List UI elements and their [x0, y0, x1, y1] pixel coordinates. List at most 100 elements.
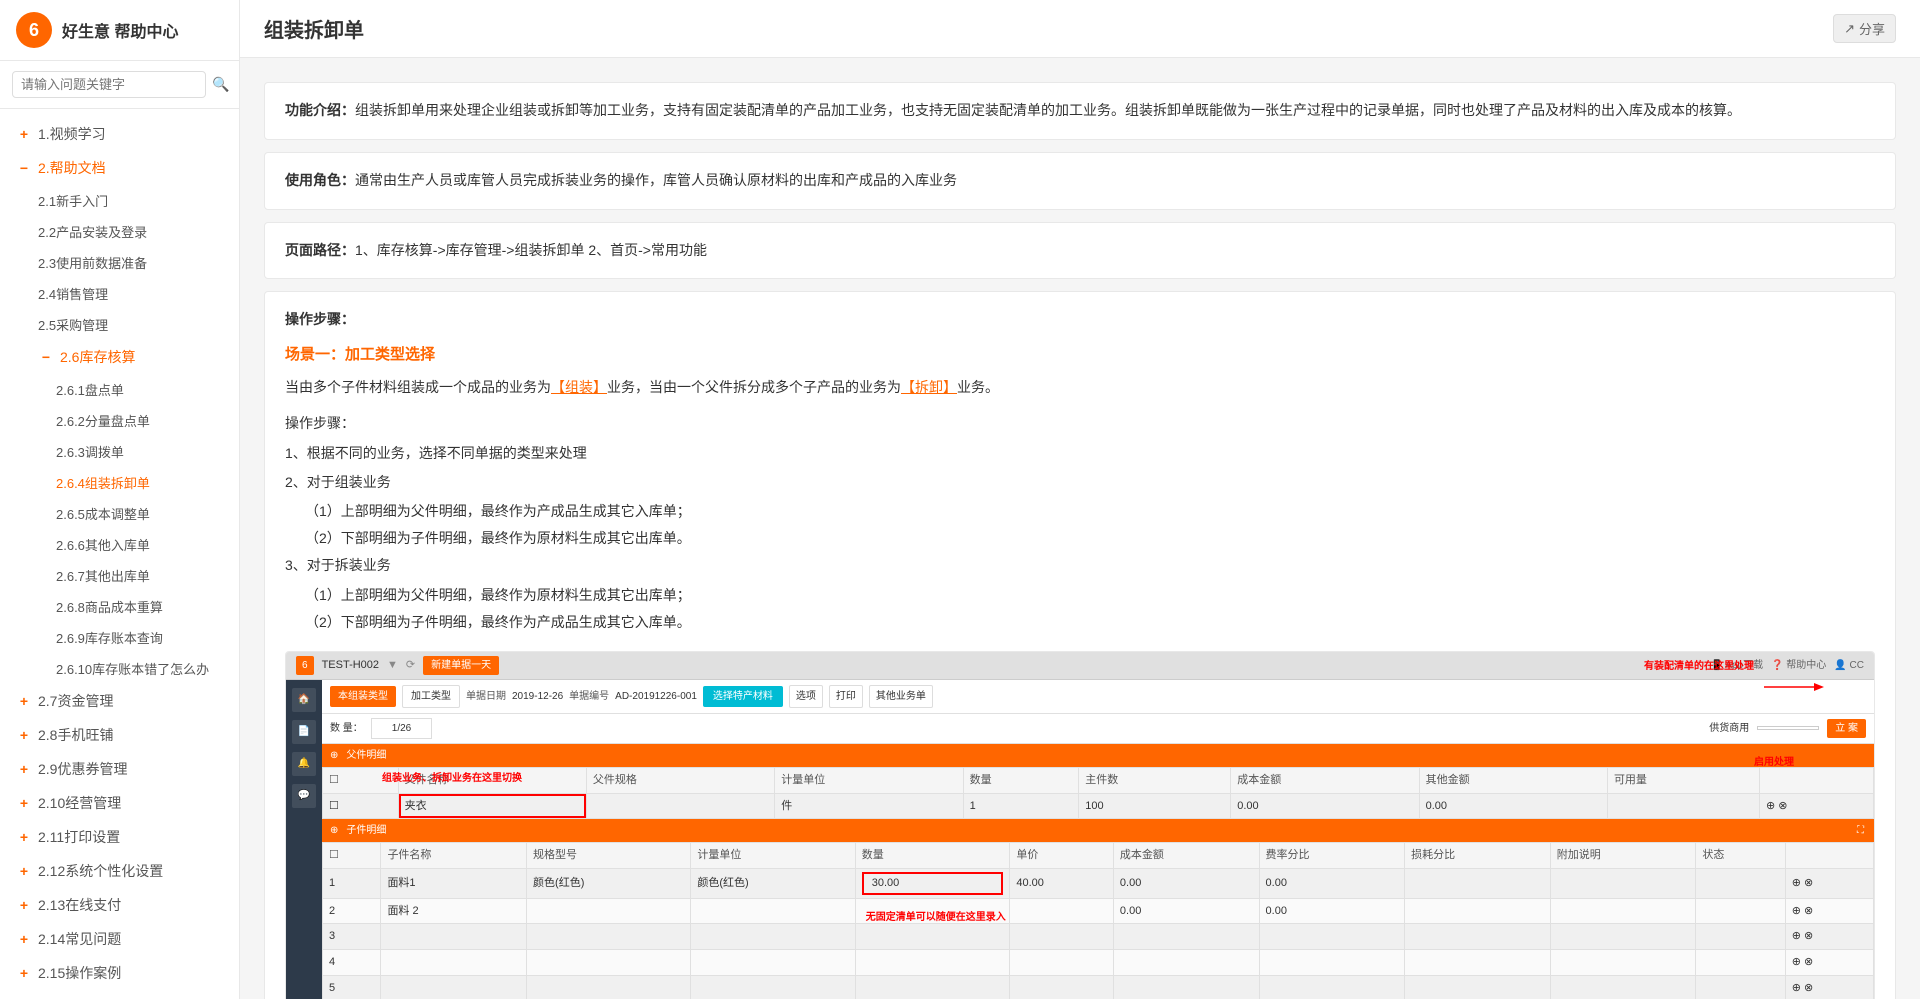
sub-item-label: 2.1新手入门 [38, 191, 108, 210]
sidebar-item-faq[interactable]: + 2.14常见问题 [0, 922, 239, 956]
sidebar-item-video[interactable]: + 1.视频学习 [0, 117, 239, 151]
sidebar-item-data[interactable]: 2.3使用前数据准备 [0, 247, 239, 278]
bcol-check: ☐ [323, 843, 381, 869]
sidebar-item-coupon[interactable]: + 2.9优惠券管理 [0, 752, 239, 786]
sidebar-item-cases[interactable]: + 2.15操作案例 [0, 956, 239, 990]
section-header: ⊕ 父件明细 [322, 744, 1874, 767]
annotation-switch: 组装业务、拆卸业务在这里切换 [382, 770, 522, 787]
sidebar-item-label: 2.12系统个性化设置 [38, 861, 163, 881]
step-header: 操作步骤： [285, 411, 1875, 436]
sub-item-label: 2.2产品安装及登录 [38, 222, 147, 241]
doc-value: AD-20191226-001 [615, 688, 697, 705]
more-options: 选项 [789, 685, 823, 708]
sub-item-label: 2.6.4组装拆卸单 [56, 473, 150, 492]
sidebar-item-docs[interactable]: − 2.帮助文档 [0, 151, 239, 185]
red-arrow-right [1764, 678, 1824, 702]
form-toolbar: 本组装类型 加工类型 单据日期 2019-12-26 单据编号 AD-20191… [322, 680, 1874, 714]
sidebar-header: 6 好生意 帮助中心 [0, 0, 239, 61]
sidebar-item-stock4[interactable]: 2.6.4组装拆卸单 [0, 467, 239, 498]
sidebar-item-stock10[interactable]: 2.6.10库存账本错了怎么办 [0, 653, 239, 684]
sidebar-item-stock7[interactable]: 2.6.7其他出库单 [0, 560, 239, 591]
plus-icon: + [16, 761, 32, 777]
sidebar-item-label: 2.13在线支付 [38, 895, 121, 915]
supplier-field [1757, 726, 1819, 730]
sidebar-item-stock2[interactable]: 2.6.2分量盘点单 [0, 405, 239, 436]
col-action [1759, 767, 1873, 793]
form-area: 本组装类型 加工类型 单据日期 2019-12-26 单据编号 AD-20191… [322, 680, 1874, 999]
bcol-price: 单价 [1010, 843, 1114, 869]
top-table-wrap: ☐ 父件名称 父件规格 计量单位 数量 主件数 成本金额 其他金额 [322, 767, 1874, 819]
full-screen-icon: ⛶ [1857, 822, 1864, 839]
plus-icon: + [16, 126, 32, 142]
search-input[interactable] [12, 71, 206, 98]
col-avail: 可用量 [1607, 767, 1759, 793]
page-title: 组装拆卸单 [264, 14, 364, 43]
sidebar-item-print[interactable]: + 2.11打印设置 [0, 820, 239, 854]
annotation-action: 启用处理 [1754, 754, 1794, 771]
date-value: 2019-12-26 [512, 688, 563, 705]
expand-icon: ⊕ [330, 747, 338, 764]
col-other: 其他金额 [1419, 767, 1607, 793]
sidebar-item-stock1[interactable]: 2.6.1盘点单 [0, 374, 239, 405]
row-avail [1607, 793, 1759, 819]
sub-item-label: 2.6.10库存账本错了怎么办 [56, 659, 209, 678]
disassembly-link[interactable]: 【拆卸】 [901, 379, 957, 395]
step-2-2: （2）下部明细为子件明细，最终作为原材料生成其它出库单。 [285, 526, 1875, 551]
sidebar-item-purchase[interactable]: 2.5采购管理 [0, 309, 239, 340]
scenario-desc: 当由多个子件材料组装成一个成品的业务为【组装】业务，当由一个父件拆分成多个子产品… [285, 376, 1875, 400]
sidebar-item-label: 2.7资金管理 [38, 691, 113, 711]
sidebar-item-label: 2.11打印设置 [38, 827, 120, 847]
sidebar-item-install[interactable]: 2.2产品安装及登录 [0, 216, 239, 247]
sidebar-item-label: 2.6库存核算 [60, 347, 135, 367]
nav-home-icon: 🏠 [292, 688, 316, 712]
sidebar-item-new[interactable]: 2.1新手入门 [0, 185, 239, 216]
row-main-qty: 100 [1079, 793, 1231, 819]
sidebar-item-stock[interactable]: − 2.6库存核算 [0, 340, 239, 374]
doc-type-btn: 本组装类型 [330, 686, 396, 707]
nav-doc-icon: 📄 [292, 720, 316, 744]
minus-icon: − [38, 349, 54, 365]
plus-icon: + [16, 931, 32, 947]
sidebar-item-payment[interactable]: + 2.13在线支付 [0, 888, 239, 922]
add-doc-btn: 加工类型 [402, 685, 460, 708]
intro-card: 功能介绍：组装拆卸单用来处理企业组装或拆卸等加工业务，支持有固定装配清单的产品加… [264, 82, 1896, 140]
sidebar-item-system[interactable]: + 2.12系统个性化设置 [0, 854, 239, 888]
help-center: ❓ 帮助中心 [1771, 657, 1826, 674]
sidebar-item-stock8[interactable]: 2.6.8商品成本重算 [0, 591, 239, 622]
plus-icon: + [16, 727, 32, 743]
sub-item-label: 2.6.3调拨单 [56, 442, 124, 461]
assembly-link[interactable]: 【组装】 [551, 379, 607, 395]
bcol-name: 子件名称 [381, 843, 527, 869]
sidebar-item-mobile[interactable]: + 2.8手机旺铺 [0, 718, 239, 752]
search-icon[interactable]: 🔍 [212, 76, 229, 93]
plus-icon: + [16, 829, 32, 845]
red-highlight-box [399, 794, 586, 819]
operation-steps: 操作步骤： 1、根据不同的业务，选择不同单据的类型来处理 2、对于组装业务 （1… [285, 411, 1875, 635]
expand-icon2: ⊕ [330, 822, 338, 839]
plus-icon: + [16, 863, 32, 879]
bcol-cost: 成本金额 [1113, 843, 1259, 869]
sidebar-item-label: 2.10经营管理 [38, 793, 121, 813]
sidebar-item-stock3[interactable]: 2.6.3调拨单 [0, 436, 239, 467]
qty-value: 1/26 [371, 718, 432, 739]
sidebar-item-stock9[interactable]: 2.6.9库存账本查询 [0, 622, 239, 653]
window-refresh-icon: ⟳ [406, 656, 415, 675]
sidebar-item-stock5[interactable]: 2.6.5成本调整单 [0, 498, 239, 529]
share-button[interactable]: ↗ 分享 [1833, 14, 1896, 43]
supplier-label: 供货商用 [1709, 720, 1749, 737]
sidebar-item-label: 1.视频学习 [38, 124, 106, 144]
sub-item-label: 2.3使用前数据准备 [38, 253, 147, 272]
sidebar-item-finance[interactable]: + 2.7资金管理 [0, 684, 239, 718]
b-row-unit: 颜色(红色) [691, 869, 855, 899]
sidebar-item-ops[interactable]: + 2.10经营管理 [0, 786, 239, 820]
main-content: 功能介绍：组装拆卸单用来处理企业组装或拆卸等加工业务，支持有固定装配清单的产品加… [240, 58, 1920, 999]
row-unit: 件 [775, 793, 963, 819]
qty-label: 数 量： [330, 720, 363, 737]
minus-icon: − [16, 160, 32, 176]
sidebar-item-label: 2.8手机旺铺 [38, 725, 113, 745]
sidebar-item-label: 2.9优惠券管理 [38, 759, 127, 779]
bcol-qty: 数量 [855, 843, 1010, 869]
sidebar-item-stock6[interactable]: 2.6.6其他入库单 [0, 529, 239, 560]
qty-red-box: 30.00 [862, 872, 1004, 895]
sidebar-item-sales[interactable]: 2.4销售管理 [0, 278, 239, 309]
